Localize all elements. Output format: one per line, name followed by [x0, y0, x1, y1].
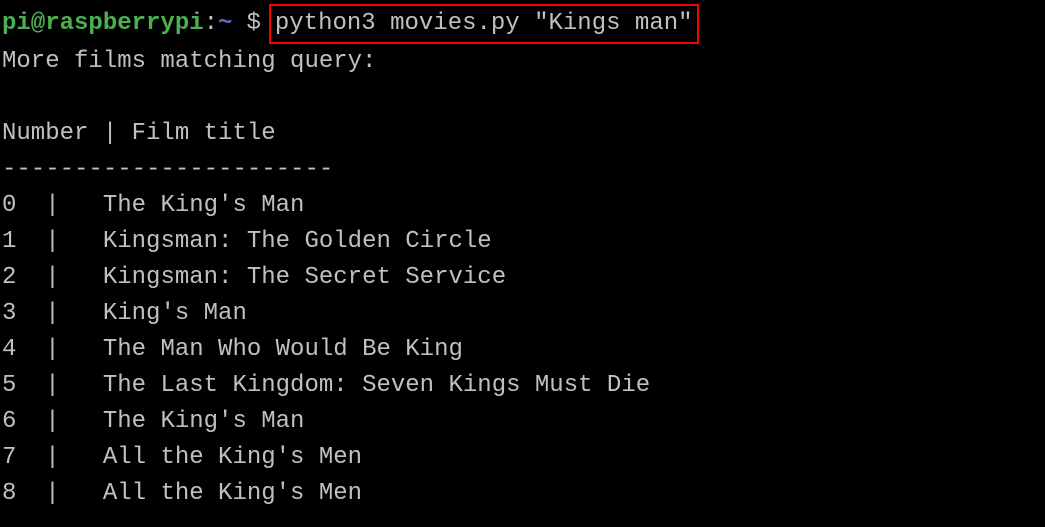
- result-separator: |: [16, 480, 102, 507]
- table-separator: -----------------------: [2, 152, 1043, 188]
- results-list: 0 | The King's Man1 | Kingsman: The Gold…: [2, 188, 1043, 512]
- result-row: 8 | All the King's Men: [2, 476, 1043, 512]
- result-title: The King's Man: [103, 192, 305, 219]
- result-title: The King's Man: [103, 408, 305, 435]
- result-separator: |: [16, 264, 102, 291]
- result-separator: |: [16, 300, 102, 327]
- result-row: 4 | The Man Who Would Be King: [2, 332, 1043, 368]
- result-title: King's Man: [103, 300, 247, 327]
- prompt-cwd: ~: [218, 6, 232, 42]
- result-row: 1 | Kingsman: The Golden Circle: [2, 224, 1043, 260]
- result-separator: |: [16, 408, 102, 435]
- output-matching-line: More films matching query:: [2, 44, 1043, 80]
- result-separator: |: [16, 192, 102, 219]
- result-separator: |: [16, 444, 102, 471]
- table-header: Number | Film title: [2, 116, 1043, 152]
- result-separator: |: [16, 372, 102, 399]
- result-number: 4: [2, 336, 16, 363]
- command-highlight-box: python3 movies.py "Kings man": [269, 4, 699, 44]
- result-row: 2 | Kingsman: The Secret Service: [2, 260, 1043, 296]
- result-number: 6: [2, 408, 16, 435]
- result-number: 3: [2, 300, 16, 327]
- result-separator: |: [16, 228, 102, 255]
- result-number: 8: [2, 480, 16, 507]
- result-title: Kingsman: The Secret Service: [103, 264, 506, 291]
- result-title: The Man Who Would Be King: [103, 336, 463, 363]
- result-separator: |: [16, 336, 102, 363]
- result-title: All the King's Men: [103, 480, 362, 507]
- blank-line: [2, 80, 1043, 116]
- result-row: 5 | The Last Kingdom: Seven Kings Must D…: [2, 368, 1043, 404]
- terminal-prompt-line[interactable]: pi@raspberrypi:~ $ python3 movies.py "Kin…: [2, 4, 1043, 44]
- command-text: python3 movies.py "Kings man": [275, 10, 693, 37]
- result-number: 1: [2, 228, 16, 255]
- prompt-colon: :: [204, 6, 218, 42]
- result-number: 0: [2, 192, 16, 219]
- result-number: 2: [2, 264, 16, 291]
- result-row: 3 | King's Man: [2, 296, 1043, 332]
- result-title: Kingsman: The Golden Circle: [103, 228, 492, 255]
- result-title: The Last Kingdom: Seven Kings Must Die: [103, 372, 650, 399]
- result-number: 5: [2, 372, 16, 399]
- result-row: 6 | The King's Man: [2, 404, 1043, 440]
- prompt-dollar: $: [246, 6, 260, 42]
- result-title: All the King's Men: [103, 444, 362, 471]
- result-row: 0 | The King's Man: [2, 188, 1043, 224]
- result-row: 7 | All the King's Men: [2, 440, 1043, 476]
- prompt-user-host: pi@raspberrypi: [2, 6, 204, 42]
- result-number: 7: [2, 444, 16, 471]
